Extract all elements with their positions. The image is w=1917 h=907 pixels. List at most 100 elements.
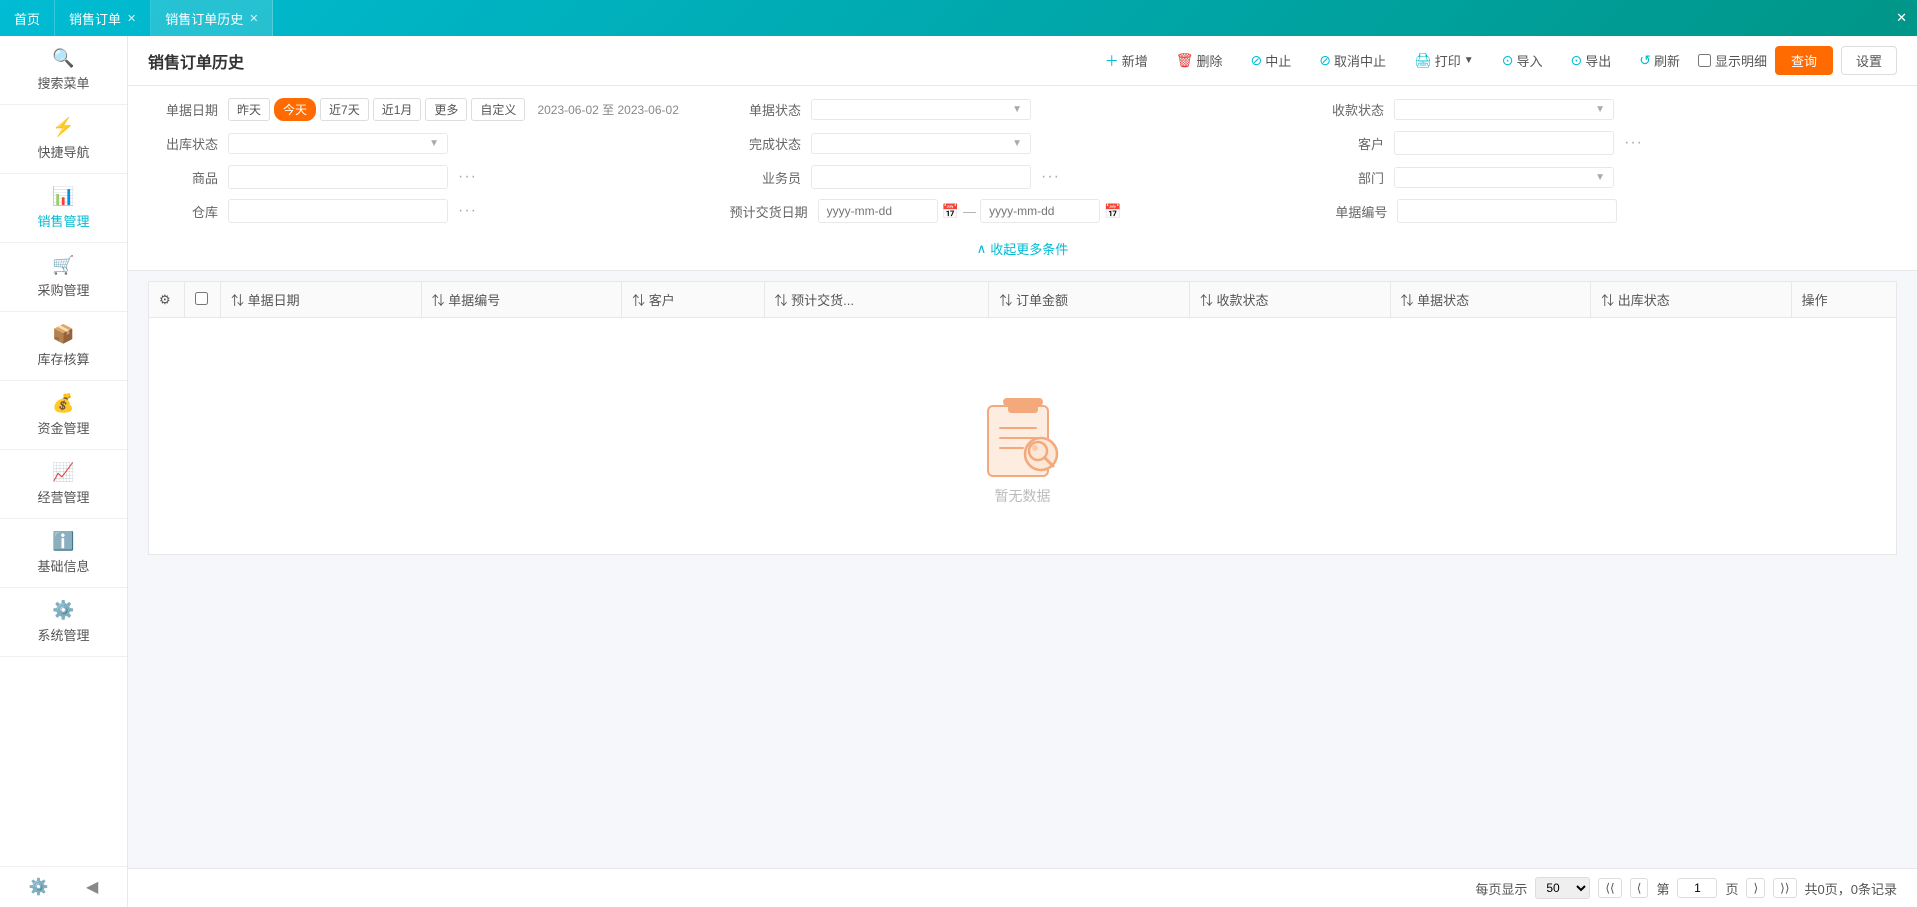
sidebar-item-basics[interactable]: ℹ️ 基础信息 <box>0 519 127 588</box>
page-title: 销售订单历史 <box>148 49 244 73</box>
sidebar-item-operations[interactable]: 📈 经营管理 <box>0 450 127 519</box>
warehouse-control: ··· <box>228 199 728 223</box>
th-delivery-date[interactable]: ⇅ 预计交货... <box>764 282 989 318</box>
export-button[interactable]: ⊙ 导出 <box>1560 47 1621 74</box>
setting-button[interactable]: 设置 <box>1841 46 1897 75</box>
salesperson-input[interactable] <box>811 165 1031 189</box>
customer-label: 客户 <box>1314 134 1394 153</box>
display-detail-label: 显示明细 <box>1715 51 1767 70</box>
completion-status-select[interactable]: ▼ <box>811 133 1031 154</box>
sidebar-bottom: ⚙️ ◀ <box>0 866 127 907</box>
settings-icon: ⚙ <box>159 292 171 307</box>
delete-label: 删除 <box>1196 51 1222 70</box>
main-content: 销售订单历史 ＋ 新增 🗑 删除 ⊘ 中止 ⊘ 取消中止 <box>128 36 1917 907</box>
cancel-stop-button[interactable]: ⊘ 取消中止 <box>1309 47 1396 74</box>
print-button[interactable]: 🖨 打印 ▼ <box>1404 47 1484 74</box>
th-date[interactable]: ⇅ 单据日期 <box>221 282 422 318</box>
th-checkbox[interactable] <box>185 282 221 318</box>
sidebar-operations-label: 经营管理 <box>37 487 89 506</box>
product-control: ··· <box>228 165 731 189</box>
completion-status-label: 完成状态 <box>731 134 811 153</box>
tab-sales-order-close[interactable]: ✕ <box>127 12 136 25</box>
customer-dots[interactable]: ··· <box>1620 134 1647 152</box>
import-button[interactable]: ⊙ 导入 <box>1492 47 1553 74</box>
table-header-row: ⚙ ⇅ 单据日期 ⇅ 单据编号 ⇅ 客户 <box>149 282 1897 318</box>
date-btn-1month[interactable]: 近1月 <box>373 98 422 121</box>
warehouse-input[interactable] <box>228 199 448 223</box>
first-page-btn[interactable]: ⟨⟨ <box>1598 878 1621 898</box>
page-number-input[interactable] <box>1677 878 1717 898</box>
th-number[interactable]: ⇅ 单据编号 <box>421 282 622 318</box>
collapse-sidebar-icon[interactable]: ◀ <box>86 877 98 897</box>
delete-button[interactable]: 🗑 删除 <box>1166 47 1233 74</box>
th-customer[interactable]: ⇅ 客户 <box>622 282 764 318</box>
tab-sales-history-close[interactable]: ✕ <box>249 12 258 25</box>
select-all-checkbox[interactable] <box>195 292 208 305</box>
date-btn-7days[interactable]: 近7天 <box>320 98 369 121</box>
collapse-btn[interactable]: ∧ 收起更多条件 <box>148 233 1897 258</box>
order-number-input[interactable] <box>1397 199 1617 223</box>
customer-input[interactable] <box>1394 131 1614 155</box>
th-payment-status[interactable]: ⇅ 收款状态 <box>1189 282 1390 318</box>
export-icon: ⊙ <box>1570 52 1582 69</box>
date-btn-today[interactable]: 今天 <box>274 98 316 121</box>
last-page-btn[interactable]: ⟩⟩ <box>1773 878 1796 898</box>
page-size-select[interactable]: 50 20 100 <box>1535 877 1590 899</box>
stop-button[interactable]: ⊘ 中止 <box>1241 47 1302 74</box>
payment-status-select[interactable]: ▼ <box>1394 99 1614 120</box>
sidebar-item-purchase[interactable]: 🛒 采购管理 <box>0 243 127 312</box>
th-payment-status-label: ⇅ 收款状态 <box>1200 293 1269 308</box>
refresh-label: 刷新 <box>1654 51 1680 70</box>
delivery-status-select[interactable]: ▼ <box>228 133 448 154</box>
delivery-date-start[interactable] <box>818 199 938 223</box>
date-btn-more[interactable]: 更多 <box>425 98 467 121</box>
settings-bottom-icon[interactable]: ⚙️ <box>29 877 49 897</box>
tab-sales-history[interactable]: 销售订单历史 ✕ <box>151 0 273 36</box>
query-button[interactable]: 查询 <box>1775 46 1833 75</box>
th-settings[interactable]: ⚙ <box>149 282 185 318</box>
tab-sales-order[interactable]: 销售订单 ✕ <box>55 0 151 36</box>
th-amount[interactable]: ⇅ 订单金额 <box>989 282 1190 318</box>
th-order-status-label: ⇅ 单据状态 <box>1401 293 1470 308</box>
top-bar: 首页 销售订单 ✕ 销售订单历史 ✕ ✕ <box>0 0 1917 36</box>
delivery-date-end[interactable] <box>980 199 1100 223</box>
th-order-status[interactable]: ⇅ 单据状态 <box>1390 282 1591 318</box>
tab-home[interactable]: 首页 <box>0 0 55 36</box>
refresh-button[interactable]: ↺ 刷新 <box>1629 47 1690 74</box>
order-status-label: 单据状态 <box>731 100 811 119</box>
warehouse-dots[interactable]: ··· <box>454 202 481 220</box>
sidebar-item-search[interactable]: 🔍 搜索菜单 <box>0 36 127 105</box>
product-dots[interactable]: ··· <box>454 168 481 186</box>
delivery-status-label: 出库状态 <box>148 134 228 153</box>
delivery-date-start-icon[interactable]: 📅 <box>942 203 959 220</box>
th-delivery-status[interactable]: ⇅ 出库状态 <box>1591 282 1792 318</box>
delete-icon: 🗑 <box>1176 52 1194 69</box>
department-select[interactable]: ▼ <box>1394 167 1614 188</box>
display-detail-checkbox[interactable] <box>1698 54 1711 67</box>
date-btn-yesterday[interactable]: 昨天 <box>228 98 270 121</box>
next-page-btn[interactable]: ⟩ <box>1746 878 1765 898</box>
print-icon: 🖨 <box>1414 52 1432 69</box>
customer-control: ··· <box>1394 131 1897 155</box>
delivery-date-end-icon[interactable]: 📅 <box>1104 203 1121 220</box>
window-close-btn[interactable]: ✕ <box>1896 10 1907 26</box>
sidebar-item-finance[interactable]: 💰 资金管理 <box>0 381 127 450</box>
order-status-control: ▼ <box>811 99 1314 120</box>
order-status-select[interactable]: ▼ <box>811 99 1031 120</box>
product-input[interactable] <box>228 165 448 189</box>
date-btn-custom[interactable]: 自定义 <box>471 98 525 121</box>
sidebar-item-system[interactable]: ⚙️ 系统管理 <box>0 588 127 657</box>
prev-page-btn[interactable]: ⟨ <box>1630 878 1649 898</box>
salesperson-dots[interactable]: ··· <box>1037 168 1064 186</box>
sidebar-item-quick-nav[interactable]: ⚡ 快捷导航 <box>0 105 127 174</box>
page-header: 销售订单历史 ＋ 新增 🗑 删除 ⊘ 中止 ⊘ 取消中止 <box>128 36 1917 86</box>
sidebar-item-sales[interactable]: 📊 销售管理 <box>0 174 127 243</box>
delivery-date-control: 📅 — 📅 <box>818 199 1318 223</box>
new-button[interactable]: ＋ 新增 <box>1095 47 1158 75</box>
refresh-icon: ↺ <box>1639 52 1651 69</box>
th-operation-label: 操作 <box>1802 293 1828 308</box>
stop-icon: ⊘ <box>1251 52 1263 69</box>
finance-icon: 💰 <box>52 393 74 414</box>
sidebar-inventory-label: 库存核算 <box>37 349 89 368</box>
sidebar-item-inventory[interactable]: 📦 库存核算 <box>0 312 127 381</box>
